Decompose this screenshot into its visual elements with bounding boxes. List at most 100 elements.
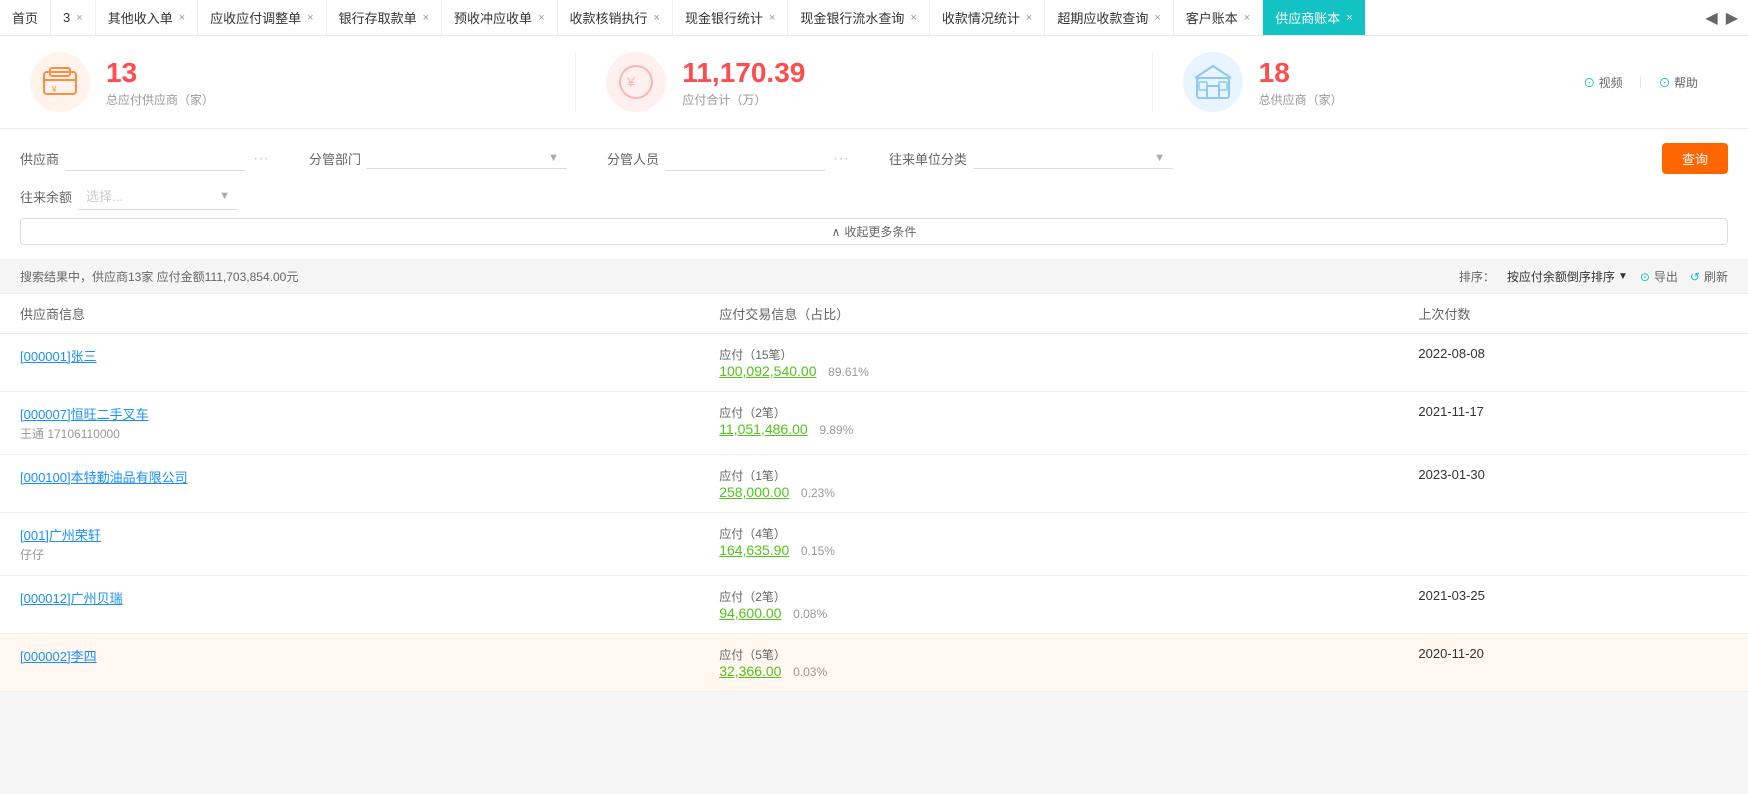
nav-tab-supplier-ledger[interactable]: 供应商账本 × [1263, 0, 1365, 36]
close-icon[interactable]: × [76, 12, 82, 24]
nav-tab-overdue[interactable]: 超期应收款查询 × [1045, 0, 1173, 36]
category-select[interactable]: ▼ [973, 148, 1173, 169]
close-icon[interactable]: × [1154, 12, 1160, 24]
pay-percent: 0.23% [801, 486, 835, 500]
pay-amount-link[interactable]: 258,000.00 [719, 484, 789, 500]
chevron-up-icon: ∧ [832, 225, 841, 239]
help-link[interactable]: ⊙ 帮助 [1659, 74, 1698, 91]
supplier-link[interactable]: [001]广州荣轩 [20, 528, 101, 543]
pay-amount-link[interactable]: 94,600.00 [719, 605, 781, 621]
stats-bar: ¥ 13 总应付供应商（家） ¥ 11,170.39 应付合计（万） [0, 36, 1748, 129]
pay-amount-link[interactable]: 32,366.00 [719, 663, 781, 679]
supplier-link[interactable]: [000001]张三 [20, 349, 97, 364]
last-pay-cell: 2022-08-08 [1398, 334, 1748, 392]
pay-label: 应付（1笔） [719, 467, 1378, 484]
nav-tab-cash-flow[interactable]: 现金银行流水查询 × [788, 0, 929, 36]
nav-tab-other-income[interactable]: 其他收入单 × [96, 0, 198, 36]
nav-tab-payment-stats[interactable]: 收款情况统计 × [930, 0, 1045, 36]
result-actions: 排序： 按应付余额倒序排序 ▼ ⊙ 导出 ↺ 刷新 [1459, 268, 1728, 285]
pay-percent: 9.89% [819, 423, 853, 437]
pay-amount-link[interactable]: 164,635.90 [719, 542, 789, 558]
transaction-cell: 应付（15笔） 100,092,540.00 89.61% [699, 334, 1398, 392]
stat-icon-store [1183, 52, 1243, 112]
person-dots-icon[interactable]: ··· [833, 150, 849, 168]
close-icon[interactable]: × [179, 12, 185, 24]
pay-label: 应付（4笔） [719, 525, 1378, 542]
supplier-link[interactable]: [000002]李四 [20, 649, 97, 664]
stat-info-payable: 13 总应付供应商（家） [106, 56, 214, 109]
close-icon[interactable]: × [1346, 12, 1352, 24]
stat-number-payable: 13 [106, 56, 214, 90]
pay-amount-row: 100,092,540.00 89.61% [719, 363, 1378, 379]
pay-amount-link[interactable]: 100,092,540.00 [719, 363, 816, 379]
col-header-transaction: 应付交易信息（占比） [699, 294, 1398, 334]
pay-percent: 89.61% [828, 365, 869, 379]
balance-label: 往来余额 [20, 187, 72, 206]
nav-tab-3[interactable]: 3 × [51, 0, 96, 36]
filter-person: 分管人员 ··· [607, 147, 849, 171]
stat-card-all-suppliers: 18 总供应商（家） ⊙ 视频 ｜ ⊙ 帮助 [1153, 52, 1728, 112]
collapse-button[interactable]: ∧ 收起更多条件 [20, 218, 1728, 245]
stat-card-payable-total: ¥ 11,170.39 应付合计（万） [576, 52, 1152, 112]
filter-dept: 分管部门 ▼ [309, 148, 567, 169]
pay-percent: 0.15% [801, 544, 835, 558]
close-icon[interactable]: × [538, 12, 544, 24]
table-row: [000100]本特勤油品有限公司 应付（1笔） 258,000.00 0.23… [0, 455, 1748, 513]
close-icon[interactable]: × [307, 12, 313, 24]
nav-tab-adjustment[interactable]: 应收应付调整单 × [198, 0, 326, 36]
nav-tab-home[interactable]: 首页 [0, 0, 51, 36]
nav-next-arrow[interactable]: ▶ [1722, 8, 1742, 28]
sort-select[interactable]: 按应付余额倒序排序 ▼ [1507, 268, 1628, 285]
person-input[interactable] [665, 147, 825, 171]
supplier-input[interactable] [65, 147, 245, 171]
stat-info-total: 11,170.39 应付合计（万） [682, 56, 805, 109]
last-pay-cell [1398, 513, 1748, 576]
last-pay-date: 2020-11-20 [1418, 646, 1484, 661]
filter-bar: 供应商 ··· 分管部门 ▼ 分管人员 ··· 往来单位分类 ▼ 查询 往来 [0, 129, 1748, 260]
close-icon[interactable]: × [910, 12, 916, 24]
nav-tab-customer-ledger[interactable]: 客户账本 × [1174, 0, 1263, 36]
stat-label-total: 应付合计（万） [682, 91, 805, 108]
nav-tab-payment-verify[interactable]: 收款核销执行 × [558, 0, 673, 36]
pay-amount-row: 258,000.00 0.23% [719, 484, 1378, 500]
search-button[interactable]: 查询 [1662, 143, 1728, 174]
filter-category: 往来单位分类 ▼ [889, 148, 1173, 169]
stat-help-links: ⊙ 视频 ｜ ⊙ 帮助 [1583, 74, 1698, 91]
nav-tab-bank-deposit[interactable]: 银行存取款单 × [327, 0, 442, 36]
supplier-dots-icon[interactable]: ··· [253, 150, 269, 168]
close-icon[interactable]: × [654, 12, 660, 24]
supplier-cell: [000002]李四 [0, 634, 699, 692]
nav-prev-arrow[interactable]: ◀ [1701, 8, 1721, 28]
supplier-sub: 仔仔 [20, 546, 679, 563]
video-link[interactable]: ⊙ 视频 [1583, 74, 1622, 91]
refresh-icon: ↺ [1690, 270, 1700, 284]
supplier-link[interactable]: [000100]本特勤油品有限公司 [20, 470, 188, 485]
last-pay-cell: 2023-01-30 [1398, 455, 1748, 513]
supplier-link[interactable]: [000012]广州贝瑞 [20, 591, 123, 606]
supplier-cell: [000012]广州贝瑞 [0, 576, 699, 634]
nav-tab-prepay-offset[interactable]: 预收冲应收单 × [442, 0, 557, 36]
pay-percent: 0.08% [793, 607, 827, 621]
dept-select[interactable]: ▼ [367, 148, 567, 169]
close-icon[interactable]: × [423, 12, 429, 24]
supplier-cell: [000100]本特勤油品有限公司 [0, 455, 699, 513]
export-button[interactable]: ⊙ 导出 [1640, 268, 1678, 285]
balance-select[interactable]: 选择... ▼ [78, 182, 238, 210]
pay-amount-row: 164,635.90 0.15% [719, 542, 1378, 558]
refresh-button[interactable]: ↺ 刷新 [1690, 268, 1728, 285]
col-header-lastpay: 上次付数 [1398, 294, 1748, 334]
sort-label: 排序： [1459, 268, 1495, 285]
person-label: 分管人员 [607, 149, 659, 168]
pay-amount-link[interactable]: 11,051,486.00 [719, 421, 808, 437]
close-icon[interactable]: × [1244, 12, 1250, 24]
stat-info-all: 18 总供应商（家） [1259, 56, 1343, 109]
close-icon[interactable]: × [1026, 12, 1032, 24]
supplier-link[interactable]: [000007]恒旺二手叉车 [20, 407, 149, 422]
filter-supplier: 供应商 ··· [20, 147, 269, 171]
last-pay-date: 2023-01-30 [1418, 467, 1485, 482]
filter-row-1: 供应商 ··· 分管部门 ▼ 分管人员 ··· 往来单位分类 ▼ 查询 [20, 143, 1728, 174]
close-icon[interactable]: × [769, 12, 775, 24]
chevron-down-icon: ▼ [1154, 152, 1165, 164]
result-bar: 搜索结果中，供应商13家 应付金额111,703,854.00元 排序： 按应付… [0, 260, 1748, 294]
nav-tab-cash-stats[interactable]: 现金银行统计 × [673, 0, 788, 36]
